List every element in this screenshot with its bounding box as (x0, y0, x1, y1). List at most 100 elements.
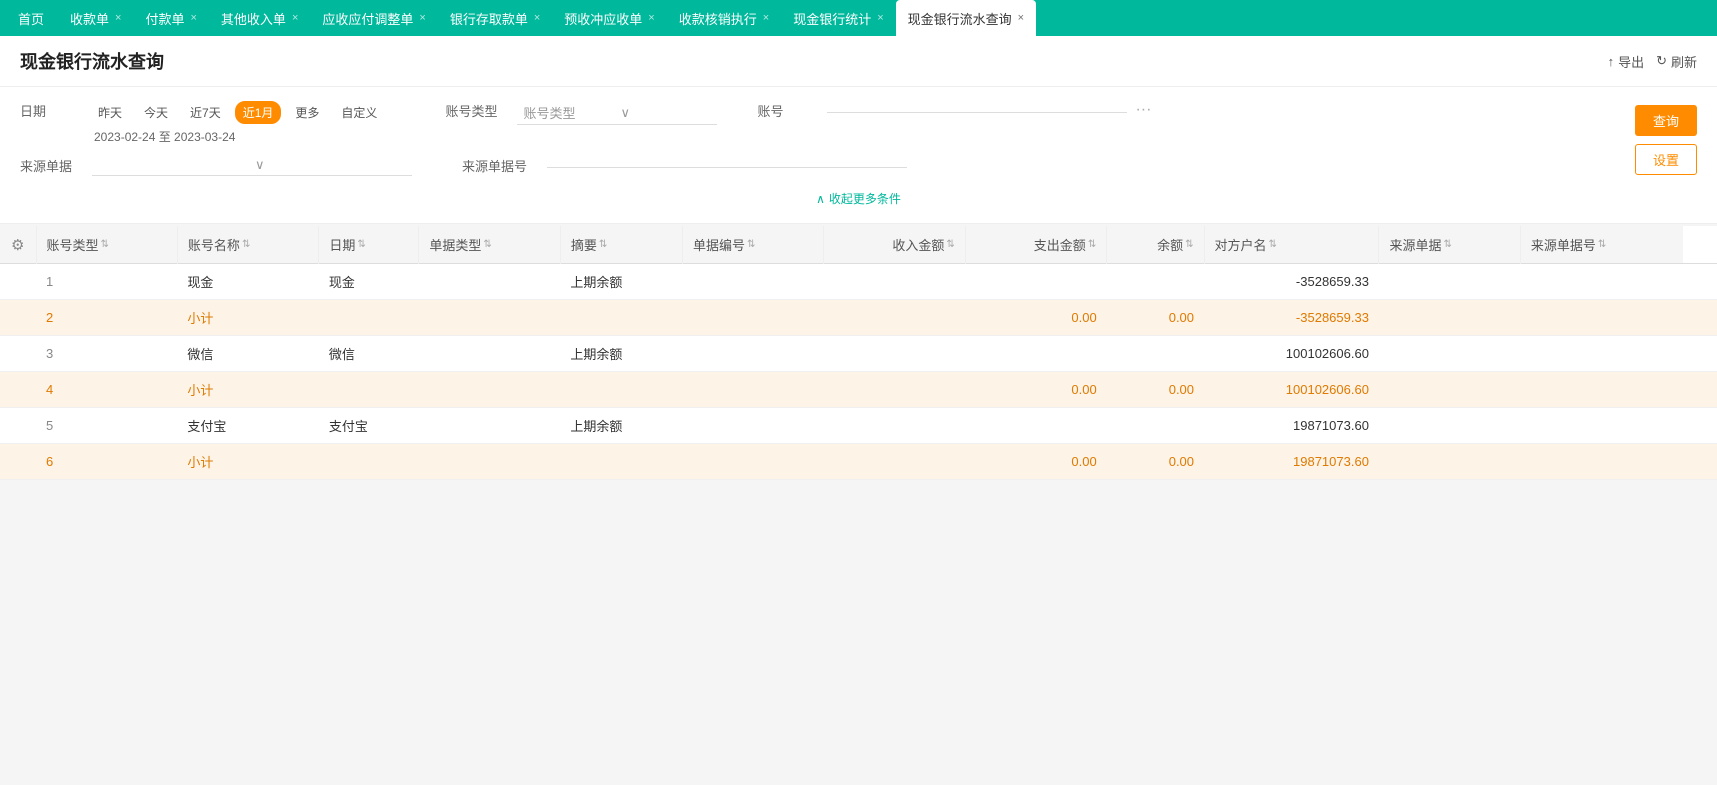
row-gear-cell (0, 372, 36, 408)
nav-home[interactable]: 首页 (4, 0, 58, 36)
table-row: 3微信微信上期余额100102606.60 (0, 336, 1717, 372)
table-cell: 支付宝 (319, 408, 419, 444)
nav-tab-4[interactable]: 银行存取款单 × (438, 0, 552, 36)
row-gear-cell (0, 300, 36, 336)
chevron-down-source-icon: ∨ (255, 157, 406, 173)
th-source-doc-no[interactable]: 来源单据号 ⇅ (1520, 226, 1683, 264)
th-date[interactable]: 日期 ⇅ (319, 226, 419, 264)
table-cell (560, 372, 682, 408)
date-btn-7days[interactable]: 近7天 (182, 101, 229, 124)
table-cell (1107, 264, 1204, 300)
close-tab-6-icon[interactable]: × (763, 12, 769, 24)
table-cell: 4 (36, 372, 177, 408)
table-cell (1683, 444, 1717, 480)
header-actions: ↑ 导出 ↻ 刷新 (1608, 52, 1697, 71)
settings-button[interactable]: 设置 (1635, 144, 1697, 175)
date-btn-yesterday[interactable]: 昨天 (90, 101, 130, 124)
account-type-select[interactable]: 账号类型 ∨ (517, 101, 717, 125)
table-cell (419, 300, 560, 336)
close-tab-3-icon[interactable]: × (419, 12, 425, 24)
table-cell (1379, 408, 1520, 444)
row-gear-cell (0, 336, 36, 372)
table-cell: 现金 (177, 264, 318, 300)
nav-tab-7[interactable]: 现金银行统计 × (781, 0, 895, 36)
table-cell (1520, 336, 1683, 372)
table-row: 1现金现金上期余额-3528659.33 (0, 264, 1717, 300)
table-cell: 3 (36, 336, 177, 372)
table-cell (824, 372, 965, 408)
nav-tab-3[interactable]: 应收应付调整单 × (310, 0, 437, 36)
chevron-down-icon: ∨ (620, 105, 711, 121)
table-cell: 100102606.60 (1204, 336, 1379, 372)
th-income[interactable]: 收入金额 ⇅ (824, 226, 965, 264)
table-row: 4小计0.000.00100102606.60 (0, 372, 1717, 408)
table-cell (1520, 264, 1683, 300)
source-doc-no-input[interactable] (547, 163, 907, 168)
table-cell (682, 372, 823, 408)
table-cell: 小计 (177, 372, 318, 408)
date-btn-custom[interactable]: 自定义 (333, 101, 385, 124)
close-tab-1-icon[interactable]: × (190, 12, 196, 24)
nav-tab-1[interactable]: 付款单 × (133, 0, 208, 36)
table-cell (419, 264, 560, 300)
table-cell: 现金 (319, 264, 419, 300)
table-cell: 小计 (177, 300, 318, 336)
column-settings-icon[interactable]: ⚙ (11, 237, 24, 254)
th-summary[interactable]: 摘要 ⇅ (560, 226, 682, 264)
close-tab-2-icon[interactable]: × (292, 12, 298, 24)
refresh-icon: ↻ (1656, 53, 1667, 69)
source-doc-select[interactable]: ∨ (92, 155, 412, 176)
th-balance[interactable]: 余额 ⇅ (1107, 226, 1204, 264)
table-cell: 支付宝 (177, 408, 318, 444)
collapse-bar[interactable]: ∧ 收起更多条件 (20, 186, 1697, 213)
close-tab-8-icon[interactable]: × (1018, 12, 1024, 24)
date-btn-more[interactable]: 更多 (287, 101, 327, 124)
sort-balance-icon: ⇅ (1185, 239, 1193, 250)
account-input[interactable] (827, 108, 1127, 113)
th-doc-no[interactable]: 单据编号 ⇅ (682, 226, 823, 264)
th-expense[interactable]: 支出金额 ⇅ (965, 226, 1106, 264)
table-cell (1107, 336, 1204, 372)
th-account-type[interactable]: 账号类型 ⇅ (36, 226, 177, 264)
nav-tab-5[interactable]: 预收冲应收单 × (552, 0, 666, 36)
table-cell (319, 300, 419, 336)
filter-area: 日期 昨天 今天 近7天 近1月 更多 自定义 2023-02-24 至 202… (0, 87, 1717, 224)
table-cell (419, 444, 560, 480)
th-account-name[interactable]: 账号名称 ⇅ (177, 226, 318, 264)
nav-tab-0[interactable]: 收款单 × (58, 0, 133, 36)
table-cell (824, 408, 965, 444)
sort-date-icon: ⇅ (357, 239, 365, 250)
nav-tab-2[interactable]: 其他收入单 × (209, 0, 310, 36)
close-tab-4-icon[interactable]: × (534, 12, 540, 24)
close-tab-0-icon[interactable]: × (115, 12, 121, 24)
page-title: 现金银行流水查询 (20, 48, 164, 74)
th-counterpart[interactable]: 对方户名 ⇅ (1204, 226, 1379, 264)
table-header-row: ⚙ 账号类型 ⇅ 账号名称 ⇅ 日期 (0, 226, 1717, 264)
date-btn-today[interactable]: 今天 (136, 101, 176, 124)
table-cell: 微信 (177, 336, 318, 372)
nav-tab-8[interactable]: 现金银行流水查询 × (896, 0, 1036, 36)
close-tab-7-icon[interactable]: × (877, 12, 883, 24)
th-source-doc[interactable]: 来源单据 ⇅ (1379, 226, 1520, 264)
th-doc-type[interactable]: 单据类型 ⇅ (419, 226, 560, 264)
table-row: 5支付宝支付宝上期余额19871073.60 (0, 408, 1717, 444)
table-cell (1683, 264, 1717, 300)
nav-tab-6[interactable]: 收款核销执行 × (667, 0, 781, 36)
table-cell (682, 408, 823, 444)
table-cell: -3528659.33 (1204, 300, 1379, 336)
refresh-button[interactable]: ↻ 刷新 (1656, 52, 1697, 71)
table-cell (1520, 300, 1683, 336)
sort-expense-icon: ⇅ (1088, 239, 1096, 250)
table-cell: 0.00 (1107, 444, 1204, 480)
table-cell: 0.00 (1107, 372, 1204, 408)
table-cell (1379, 372, 1520, 408)
close-tab-5-icon[interactable]: × (648, 12, 654, 24)
table-cell (1520, 408, 1683, 444)
account-dots-icon[interactable]: ··· (1131, 101, 1155, 119)
sort-income-icon: ⇅ (946, 239, 954, 250)
query-button[interactable]: 查询 (1635, 105, 1697, 136)
source-doc-label: 来源单据 (20, 156, 72, 175)
table-cell (965, 336, 1106, 372)
export-button[interactable]: ↑ 导出 (1608, 52, 1645, 71)
date-btn-1month[interactable]: 近1月 (235, 101, 282, 124)
